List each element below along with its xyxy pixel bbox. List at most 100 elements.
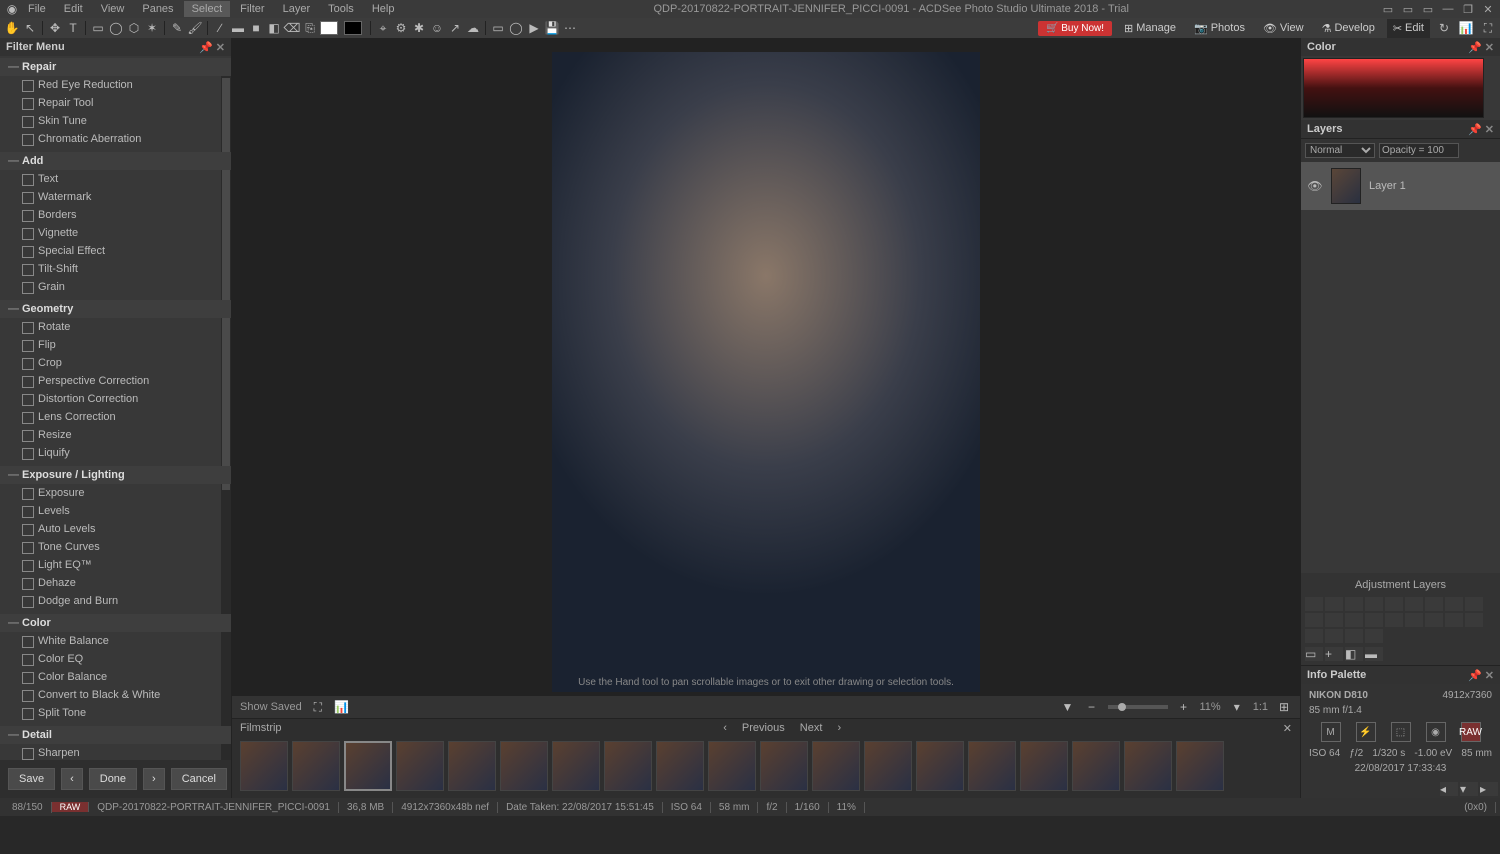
pin-icon[interactable]: 📌 <box>1468 124 1482 136</box>
zoom-dropdown-icon[interactable]: ▾ <box>1229 699 1245 715</box>
info-toggle-icon[interactable]: ▾ <box>1460 782 1478 796</box>
adjustment-icon[interactable] <box>1425 613 1443 627</box>
filter-watermark[interactable]: Watermark <box>0 188 231 206</box>
menu-view[interactable]: View <box>93 1 133 17</box>
thumbnail[interactable] <box>1072 741 1120 791</box>
zoom-in-icon[interactable]: + <box>1176 699 1192 715</box>
ellipse-tool-icon[interactable]: ◯ <box>108 20 124 36</box>
group-detail[interactable]: Detail <box>0 726 231 744</box>
thumbnail[interactable] <box>864 741 912 791</box>
adjustment-icon[interactable] <box>1365 629 1383 643</box>
wand-tool-icon[interactable]: ✶ <box>144 20 160 36</box>
color-picker[interactable] <box>1303 58 1484 118</box>
histogram-toggle-icon[interactable]: 📊 <box>334 699 350 715</box>
filmstrip-thumbs[interactable] <box>232 737 1300 798</box>
menu-file[interactable]: File <box>20 1 54 17</box>
thumbnail[interactable] <box>968 741 1016 791</box>
filter-red-eye-reduction[interactable]: Red Eye Reduction <box>0 76 231 94</box>
window-layout3-icon[interactable]: ▭ <box>1420 3 1436 16</box>
thumbnail[interactable] <box>708 741 756 791</box>
menu-tools[interactable]: Tools <box>320 1 362 17</box>
pin-icon[interactable]: 📌 <box>199 42 213 54</box>
thumbnail[interactable] <box>344 741 392 791</box>
thumbnail[interactable] <box>656 741 704 791</box>
expand-icon[interactable]: ⛶ <box>310 699 326 715</box>
filter-rotate[interactable]: Rotate <box>0 318 231 336</box>
background-color[interactable] <box>344 21 362 35</box>
close-panel-icon[interactable]: ✕ <box>216 42 225 54</box>
filmstrip-next[interactable]: Next <box>800 722 823 734</box>
rect-preview-icon[interactable]: ▭ <box>490 20 506 36</box>
filter-color-eq[interactable]: Color EQ <box>0 650 231 668</box>
line-tool-icon[interactable]: ∕ <box>212 20 228 36</box>
filter-exposure[interactable]: Exposure <box>0 484 231 502</box>
adjustment-icon[interactable] <box>1365 613 1383 627</box>
add-layer-icon[interactable]: ▭ <box>1305 647 1323 661</box>
filter-tone-curves[interactable]: Tone Curves <box>0 538 231 556</box>
group-repair[interactable]: Repair <box>0 58 231 76</box>
adjustment-icon[interactable] <box>1325 597 1343 611</box>
menu-panes[interactable]: Panes <box>134 1 181 17</box>
filter-list[interactable]: RepairRed Eye ReductionRepair ToolSkin T… <box>0 56 231 760</box>
filter-dehaze[interactable]: Dehaze <box>0 574 231 592</box>
filter-sharpen[interactable]: Sharpen <box>0 744 231 760</box>
edit-mode[interactable]: ✂ Edit <box>1387 19 1430 38</box>
filmstrip-close-icon[interactable]: ✕ <box>1283 722 1292 735</box>
adjustment-icon[interactable] <box>1305 629 1323 643</box>
cancel-button[interactable]: Cancel <box>171 768 227 790</box>
thumbnail[interactable] <box>500 741 548 791</box>
sync-icon[interactable]: ↻ <box>1436 20 1452 36</box>
marquee-tool-icon[interactable]: ▭ <box>90 20 106 36</box>
view-mode[interactable]: 👁 View <box>1257 19 1310 38</box>
adjustment-icon[interactable] <box>1305 597 1323 611</box>
arrow-tool-icon[interactable]: ↗ <box>447 20 463 36</box>
blend-mode-select[interactable]: Normal <box>1305 143 1375 158</box>
thumbnail[interactable] <box>1020 741 1068 791</box>
filter-flip[interactable]: Flip <box>0 336 231 354</box>
filter-chromatic-aberration[interactable]: Chromatic Aberration <box>0 130 231 148</box>
add-adj-icon[interactable]: + <box>1325 647 1343 661</box>
adjustment-icon[interactable] <box>1405 613 1423 627</box>
pin-icon[interactable]: 📌 <box>1468 670 1482 682</box>
adjustment-icon[interactable] <box>1425 597 1443 611</box>
filter-light-eq-[interactable]: Light EQ™ <box>0 556 231 574</box>
close-icon[interactable]: ✕ <box>1485 670 1494 682</box>
thumbnail[interactable] <box>396 741 444 791</box>
menu-help[interactable]: Help <box>364 1 403 17</box>
adjustment-icon[interactable] <box>1345 629 1363 643</box>
mask-icon[interactable]: ◧ <box>1345 647 1363 661</box>
adjustment-icon[interactable] <box>1325 629 1343 643</box>
filter-resize[interactable]: Resize <box>0 426 231 444</box>
fill-tool-icon[interactable]: ■ <box>248 20 264 36</box>
save-icon[interactable]: 💾 <box>544 20 560 36</box>
pin-icon[interactable]: 📌 <box>1468 42 1482 54</box>
layer-row[interactable]: 👁 Layer 1 <box>1301 162 1500 210</box>
maximize-icon[interactable]: ❐ <box>1460 3 1476 16</box>
histogram-icon[interactable]: 📊 <box>1458 20 1474 36</box>
done-next-button[interactable]: › <box>143 768 165 790</box>
more-icon[interactable]: ⋯ <box>562 20 578 36</box>
gear-icon[interactable]: ⚙ <box>393 20 409 36</box>
filter-split-tone[interactable]: Split Tone <box>0 704 231 722</box>
brush-tool-icon[interactable]: 🖌 <box>187 20 203 36</box>
burst-icon[interactable]: ✱ <box>411 20 427 36</box>
manage-mode[interactable]: ⊞ Manage <box>1118 19 1182 38</box>
minimize-icon[interactable]: — <box>1440 3 1456 16</box>
thumbnail[interactable] <box>812 741 860 791</box>
window-layout1-icon[interactable]: ▭ <box>1380 3 1396 16</box>
group-add[interactable]: Add <box>0 152 231 170</box>
visibility-icon[interactable]: 👁 <box>1307 178 1323 194</box>
eraser-tool-icon[interactable]: ⌫ <box>284 20 300 36</box>
dropdown-icon[interactable]: ▼ <box>1060 699 1076 715</box>
photos-mode[interactable]: 📷 Photos <box>1188 19 1251 38</box>
filter-text[interactable]: Text <box>0 170 231 188</box>
window-layout2-icon[interactable]: ▭ <box>1400 3 1416 16</box>
rect-tool-icon[interactable]: ▬ <box>230 20 246 36</box>
clone-tool-icon[interactable]: ⎘ <box>302 20 318 36</box>
fit-11-button[interactable]: 1:1 <box>1253 701 1268 713</box>
circle-preview-icon[interactable]: ◯ <box>508 20 524 36</box>
delete-layer-icon[interactable]: ▬ <box>1365 647 1383 661</box>
chevron-right-icon[interactable]: › <box>837 722 841 734</box>
eyedrop-tool-icon[interactable]: ✎ <box>169 20 185 36</box>
save-button[interactable]: Save <box>8 768 55 790</box>
